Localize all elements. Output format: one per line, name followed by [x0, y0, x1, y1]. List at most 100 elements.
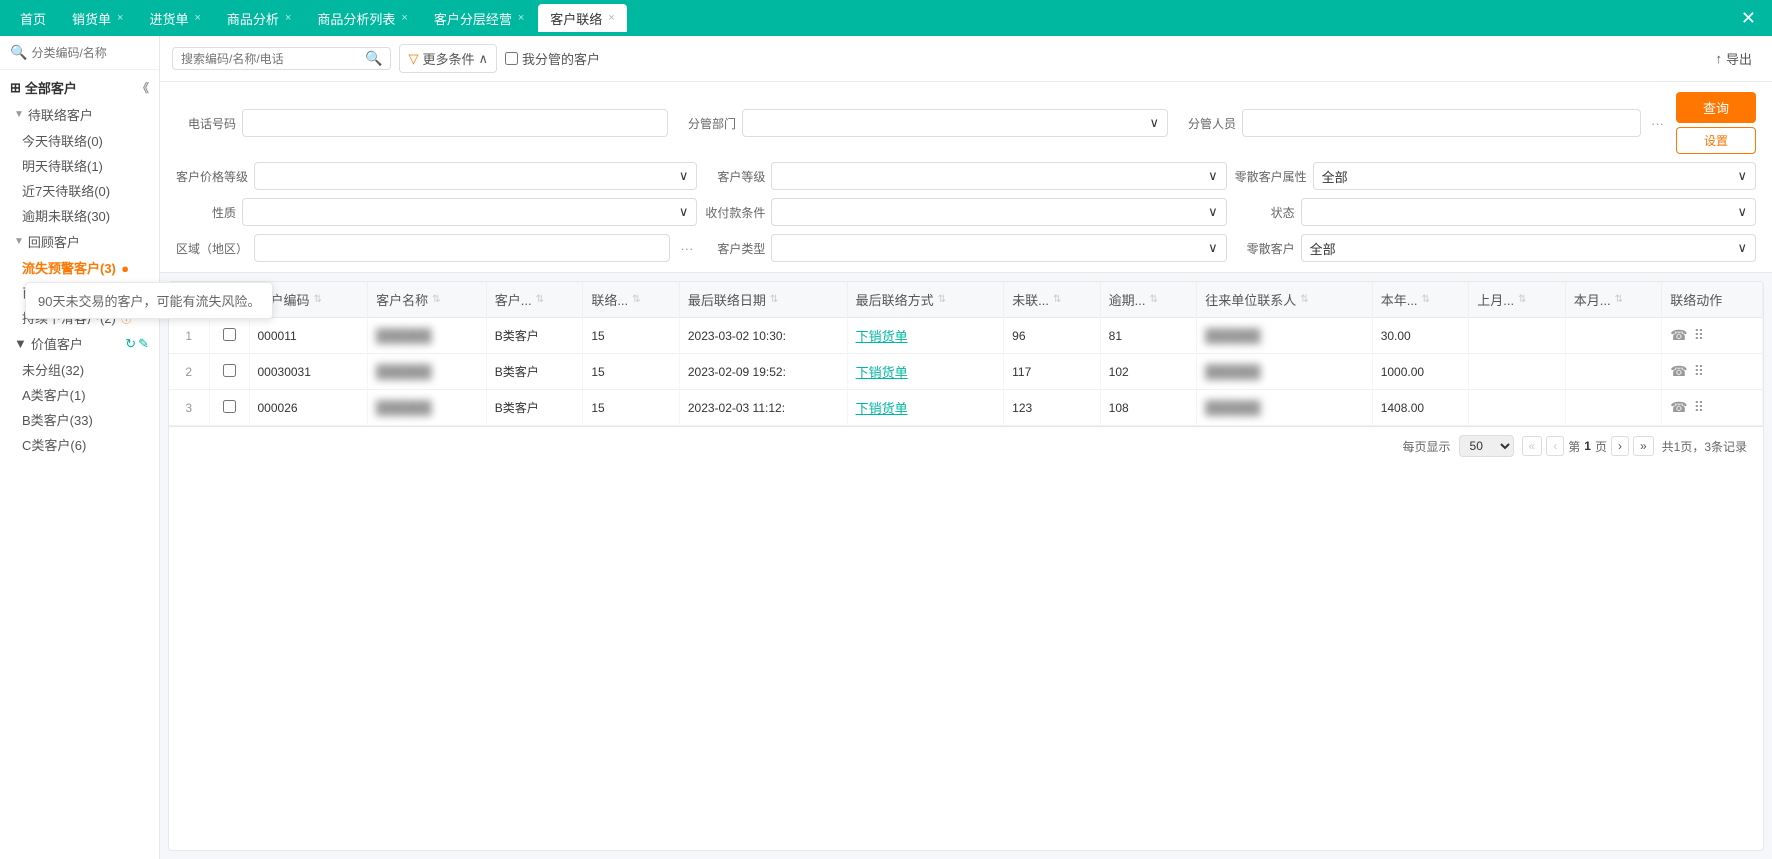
my-customers-checkbox[interactable]	[505, 52, 518, 65]
tab-customer-contact-close[interactable]: ×	[608, 12, 614, 24]
tab-customer-contact-label: 客户联络	[550, 9, 602, 28]
setting-button[interactable]: 设置	[1676, 127, 1756, 154]
filter-payment-select[interactable]: ∨	[771, 198, 1226, 226]
sidebar-item-c-class[interactable]: C类客户(6)	[0, 432, 159, 457]
cell-last-method-1[interactable]: 下销货单	[847, 354, 1004, 390]
th-this-month[interactable]: 本月...⇅	[1565, 282, 1662, 318]
cell-checkbox-0[interactable]	[209, 318, 249, 354]
sidebar-group-pending[interactable]: ▼ 待联络客户	[0, 101, 159, 128]
filter-customer-level: 客户等级 ∨	[705, 162, 1226, 190]
sidebar-item-tomorrow[interactable]: 明天待联络(1)	[0, 153, 159, 178]
cell-code-1: 00030031	[249, 354, 368, 390]
filter-dept-select[interactable]: ∨	[742, 109, 1168, 137]
action-more-icon-0[interactable]: ⠿	[1694, 327, 1704, 344]
filter-region-dots[interactable]: ···	[676, 241, 697, 256]
tooltip-review: 90天未交易的客户，可能有流失风险。	[25, 282, 160, 319]
sidebar-collapse-icon[interactable]: 《	[137, 79, 149, 96]
tab-customer-segment-close[interactable]: ×	[518, 12, 524, 24]
action-more-icon-1[interactable]: ⠿	[1694, 363, 1704, 380]
next-page-button[interactable]: ›	[1611, 436, 1629, 456]
sidebar-item-ungrouped[interactable]: 未分组(32)	[0, 357, 159, 382]
action-phone-icon-2[interactable]: ☎	[1670, 399, 1687, 416]
tab-product-analysis[interactable]: 商品分析 ×	[215, 4, 303, 32]
sidebar-item-overdue[interactable]: 逾期未联络(30)	[0, 203, 159, 228]
sidebar-item-7days[interactable]: 近7天待联络(0)	[0, 178, 159, 203]
action-phone-icon-1[interactable]: ☎	[1670, 363, 1687, 380]
tab-product-list-close[interactable]: ×	[401, 12, 407, 24]
sidebar-item-churn-warning[interactable]: 流失预警客户(3) ●	[0, 255, 159, 280]
th-name[interactable]: 客户名称⇅	[368, 282, 487, 318]
edit-icon[interactable]: ✎	[138, 336, 149, 352]
my-customers-checkbox-label[interactable]: 我分管的客户	[505, 49, 600, 68]
search-input[interactable]	[181, 52, 361, 66]
tab-purchase-close[interactable]: ×	[194, 12, 200, 24]
sidebar-search-input[interactable]	[31, 46, 160, 60]
all-customers-header[interactable]: ⊞ 全部客户 《	[0, 70, 159, 101]
value-group-arrow: ▼	[14, 336, 27, 351]
tab-product-analysis-close[interactable]: ×	[285, 12, 291, 24]
filter-customer-type-select[interactable]: ∨	[771, 234, 1226, 262]
sidebar-item-today[interactable]: 今天待联络(0)	[0, 128, 159, 153]
tab-home[interactable]: 首页	[8, 4, 58, 32]
prev-page-button[interactable]: ‹	[1546, 436, 1564, 456]
tab-sales[interactable]: 销货单 ×	[60, 4, 135, 32]
tab-product-list[interactable]: 商品分析列表 ×	[305, 4, 419, 32]
filter-customer-level-select[interactable]: ∨	[771, 162, 1226, 190]
th-last-method[interactable]: 最后联络方式⇅	[847, 282, 1004, 318]
last-page-button[interactable]: »	[1633, 436, 1654, 456]
export-button[interactable]: ↑ 导出	[1707, 45, 1760, 72]
tab-customer-contact[interactable]: 客户联络 ×	[538, 4, 626, 32]
sidebar-item-b-class[interactable]: B类客户(33)	[0, 407, 159, 432]
window-close-button[interactable]: ✕	[1733, 8, 1764, 29]
filter-scatter-attr-select[interactable]: 全部 ∨	[1313, 162, 1756, 190]
search-button[interactable]: 🔍	[365, 50, 382, 67]
tab-customer-segment[interactable]: 客户分层经营 ×	[422, 4, 536, 32]
cell-action-2: ☎ ⠿	[1662, 390, 1763, 426]
sidebar-group-review[interactable]: ▼ 回顾客户	[0, 228, 159, 255]
filter-price-level-select[interactable]: ∨	[254, 162, 697, 190]
cell-last-method-2[interactable]: 下销货单	[847, 390, 1004, 426]
cell-checkbox-1[interactable]	[209, 354, 249, 390]
filter-dept-label: 分管部门	[676, 115, 736, 132]
th-contact-count[interactable]: 联络...⇅	[583, 282, 680, 318]
action-more-icon-2[interactable]: ⠿	[1694, 399, 1704, 416]
cell-person-2: ██████	[1197, 390, 1373, 426]
filter-region-select[interactable]	[254, 234, 670, 262]
cell-checkbox-2[interactable]	[209, 390, 249, 426]
cell-last-method-0[interactable]: 下销货单	[847, 318, 1004, 354]
sort-icon-overdue: ⇅	[1150, 294, 1158, 305]
chevron-down-icon4: ∨	[1737, 168, 1747, 184]
tab-product-analysis-label: 商品分析	[227, 9, 279, 28]
th-last-date[interactable]: 最后联络日期⇅	[679, 282, 847, 318]
query-button[interactable]: 查询	[1676, 92, 1756, 123]
page-size-select[interactable]: 50 100	[1459, 435, 1514, 457]
first-page-button[interactable]: «	[1522, 436, 1543, 456]
th-contact-person[interactable]: 往来单位联系人⇅	[1197, 282, 1373, 318]
th-type[interactable]: 客户...⇅	[486, 282, 583, 318]
filter-payment-label: 收付款条件	[705, 204, 765, 221]
filter-person-select[interactable]	[1242, 109, 1641, 137]
tab-purchase-label: 进货单	[149, 9, 188, 28]
sidebar-group-value[interactable]: ▼ 价值客户 ↻ ✎	[0, 330, 159, 357]
tab-purchase[interactable]: 进货单 ×	[137, 4, 212, 32]
cell-seq-0: 1	[169, 318, 209, 354]
sidebar-item-a-class[interactable]: A类客户(1)	[0, 382, 159, 407]
filter-status-select[interactable]: ∨	[1301, 198, 1756, 226]
cell-this-year-0: 30.00	[1372, 318, 1469, 354]
filter-scatter-customer-select[interactable]: 全部 ∨	[1301, 234, 1756, 262]
filter-person-dots[interactable]: ···	[1647, 116, 1668, 131]
th-this-year[interactable]: 本年...⇅	[1372, 282, 1469, 318]
table-row: 1 000011 ██████ B类客户 15 2023-03-02 10:30…	[169, 318, 1763, 354]
th-overdue[interactable]: 逾期...⇅	[1100, 282, 1197, 318]
more-filter-button[interactable]: ▽ 更多条件 ∧	[399, 44, 497, 73]
filter-row-3: 性质 ∨ 收付款条件 ∨ 状态	[176, 198, 1756, 226]
action-phone-icon-0[interactable]: ☎	[1670, 327, 1687, 344]
filter-phone-input[interactable]	[242, 109, 668, 137]
tab-sales-close[interactable]: ×	[117, 12, 123, 24]
th-last-month[interactable]: 上月...⇅	[1469, 282, 1566, 318]
th-no-contact[interactable]: 未联...⇅	[1004, 282, 1101, 318]
refresh-icon[interactable]: ↻	[125, 336, 136, 352]
sort-icon-no-contact: ⇅	[1053, 294, 1061, 305]
pending-group-arrow: ▼	[14, 109, 24, 120]
filter-nature-select[interactable]: ∨	[242, 198, 697, 226]
